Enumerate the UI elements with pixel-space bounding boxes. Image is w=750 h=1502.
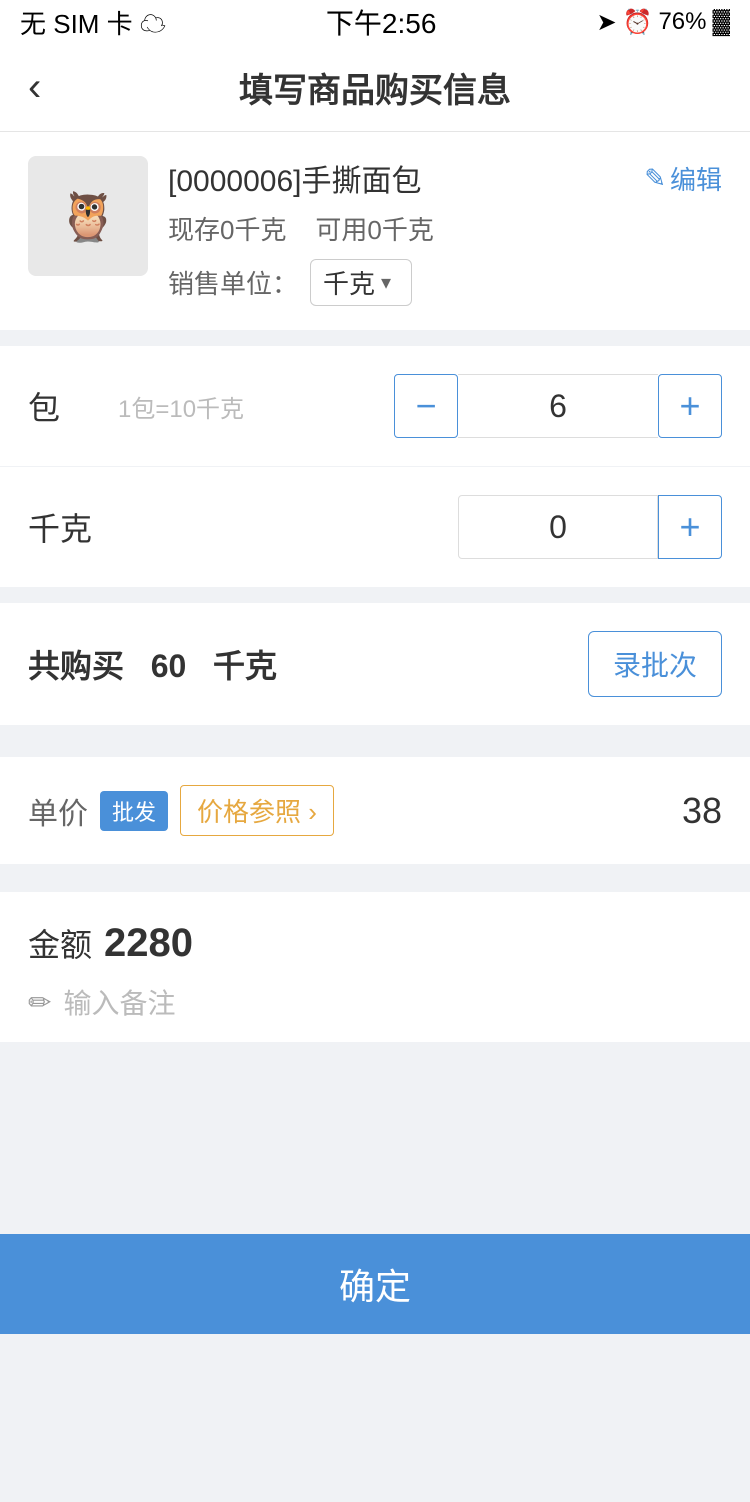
price-ref-label: 价格参照 › xyxy=(197,792,317,829)
available-text: 可用0千克 xyxy=(315,215,433,245)
price-ref-button[interactable]: 价格参照 › xyxy=(180,785,334,836)
package-minus-button[interactable]: − xyxy=(394,374,458,438)
price-section: 单价 批发 价格参照 › 38 xyxy=(0,757,750,864)
amount-row: 金额 2280 xyxy=(28,920,722,966)
product-stock: 现存0千克 可用0千克 xyxy=(168,210,722,247)
summary-unit: 千克 xyxy=(213,648,277,684)
price-row: 单价 批发 价格参照 › 38 xyxy=(28,785,722,836)
amount-section: 金额 2280 ✏ 输入备注 xyxy=(0,864,750,1042)
edit-icon: ✎ xyxy=(644,163,666,194)
status-left: 无 SIM 卡 ☁ xyxy=(20,4,166,41)
package-input[interactable] xyxy=(458,374,658,438)
price-badge: 批发 xyxy=(100,791,168,831)
remark-row[interactable]: ✏ 输入备注 xyxy=(28,982,722,1042)
unit-value: 千克 xyxy=(323,264,375,301)
package-hint: 1包=10千克 xyxy=(118,389,394,424)
status-right: ➤ ⏰ 76% ▓ xyxy=(596,8,730,37)
package-plus-button[interactable]: + xyxy=(658,374,722,438)
package-input-section: 包 1包=10千克 − + 千克 + xyxy=(0,346,750,587)
product-card: 🦉 [0000006]手撕面包 ✎ 编辑 现存0千克 可用0千克 销售单位： 千… xyxy=(0,132,750,330)
status-bar: 无 SIM 卡 ☁ 下午2:56 ➤ ⏰ 76% ▓ xyxy=(0,0,750,44)
status-time: 下午2:56 xyxy=(326,2,437,42)
kilogram-label: 千克 xyxy=(28,504,108,550)
unit-label: 销售单位： xyxy=(168,264,298,301)
price-label: 单价 xyxy=(28,789,88,833)
edit-label: 编辑 xyxy=(670,160,722,197)
package-label: 包 xyxy=(28,383,108,429)
price-value: 38 xyxy=(682,790,722,832)
back-button[interactable]: ‹ xyxy=(28,65,41,110)
battery-text: 76% xyxy=(658,8,706,36)
kilogram-input-row: 千克 + xyxy=(0,467,750,587)
location-icon: ➤ xyxy=(596,8,616,37)
amount-label: 金额 xyxy=(28,920,92,966)
summary-text: 共购买 60 千克 xyxy=(28,641,277,687)
summary-section: 共购买 60 千克 录批次 xyxy=(0,603,750,725)
product-thumbnail-icon: 🦉 xyxy=(58,188,118,245)
batch-button[interactable]: 录批次 xyxy=(588,631,722,697)
stock-text: 现存0千克 xyxy=(168,215,286,245)
package-input-row: 包 1包=10千克 − + xyxy=(0,346,750,467)
chevron-down-icon: ▾ xyxy=(381,270,391,295)
remark-placeholder: 输入备注 xyxy=(63,982,175,1022)
package-controls: − + xyxy=(394,374,722,438)
product-unit-row: 销售单位： 千克 ▾ xyxy=(168,259,722,306)
summary-prefix: 共购买 xyxy=(28,648,124,684)
page-title: 填写商品购买信息 xyxy=(239,63,511,112)
nav-bar: ‹ 填写商品购买信息 xyxy=(0,44,750,132)
kilogram-controls: + xyxy=(458,495,722,559)
confirm-button[interactable]: 确定 xyxy=(0,1234,750,1334)
kilogram-plus-button[interactable]: + xyxy=(658,495,722,559)
edit-button[interactable]: ✎ 编辑 xyxy=(644,160,722,197)
product-image: 🦉 xyxy=(28,156,148,276)
summary-quantity: 60 xyxy=(151,648,187,684)
alarm-icon: ⏰ xyxy=(623,8,653,37)
product-name: [0000006]手撕面包 xyxy=(168,156,421,200)
product-info: [0000006]手撕面包 ✎ 编辑 现存0千克 可用0千克 销售单位： 千克 … xyxy=(168,156,722,306)
pencil-icon: ✏ xyxy=(28,986,51,1019)
product-name-row: [0000006]手撕面包 ✎ 编辑 xyxy=(168,156,722,200)
no-sim-text: 无 SIM 卡 ☁ xyxy=(20,4,166,41)
amount-value: 2280 xyxy=(104,921,193,966)
section-divider xyxy=(0,741,750,757)
unit-select[interactable]: 千克 ▾ xyxy=(310,259,412,306)
battery-icon: ▓ xyxy=(712,8,730,36)
kilogram-input[interactable] xyxy=(458,495,658,559)
